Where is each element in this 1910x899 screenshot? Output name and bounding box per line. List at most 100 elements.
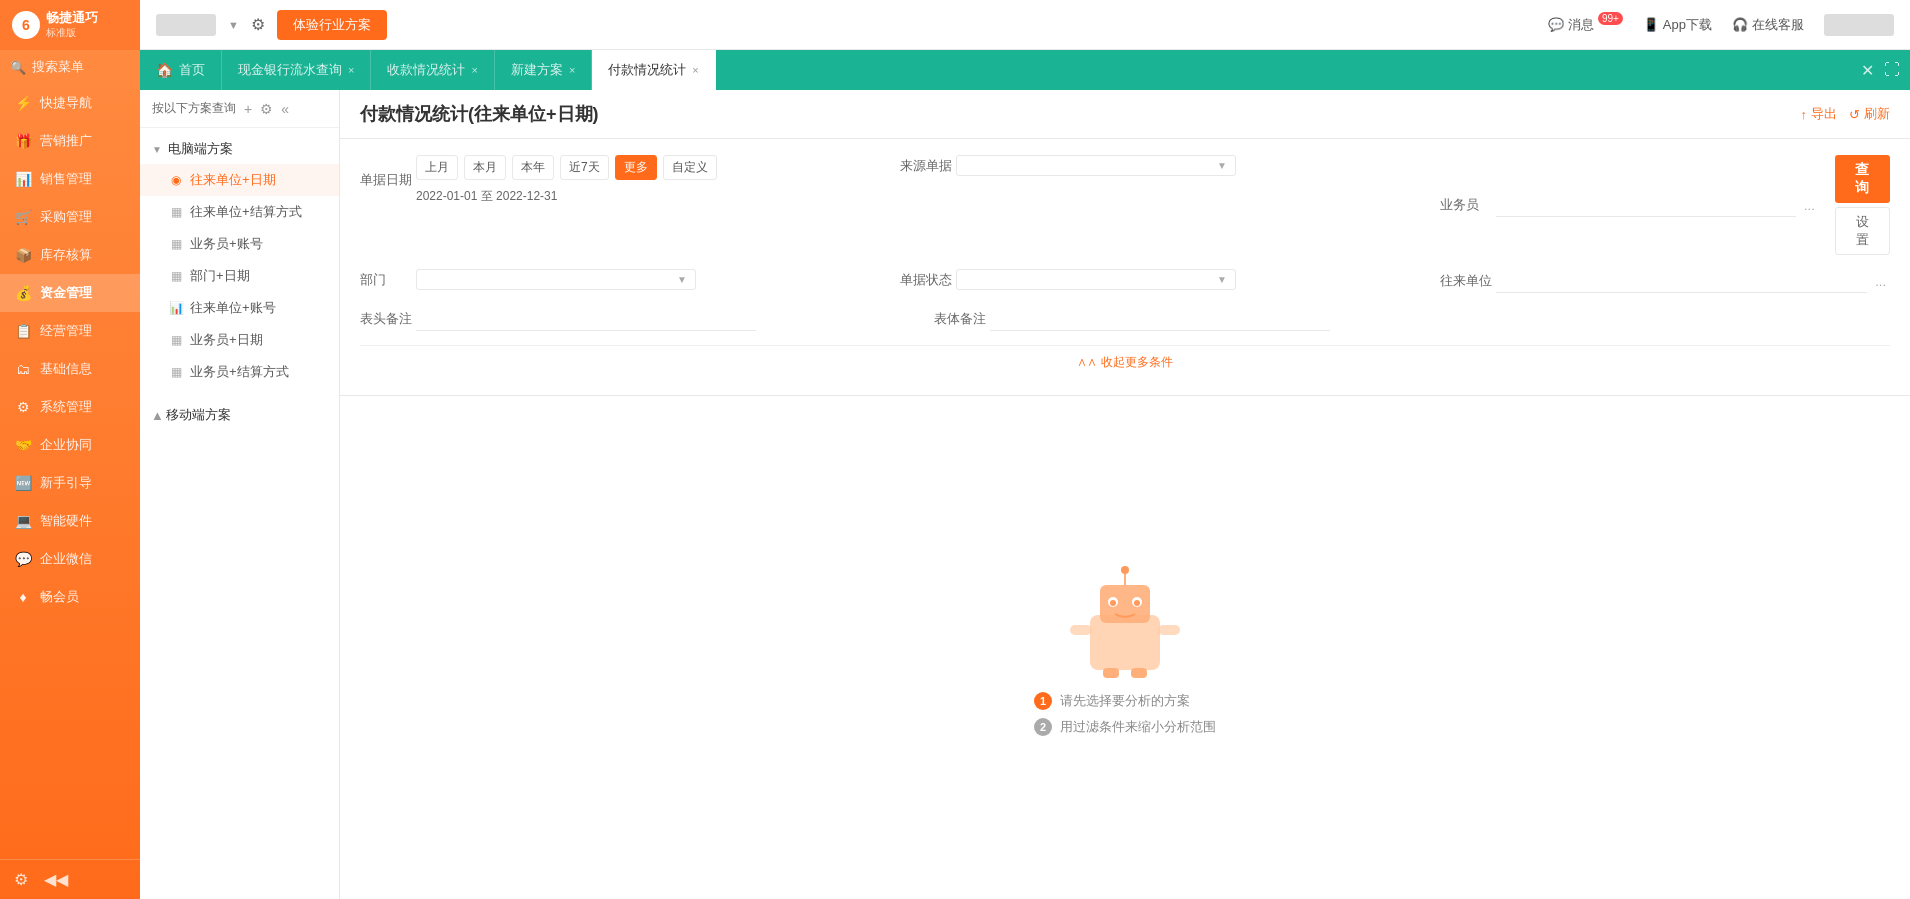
filter-row-3: 表头备注 表体备注 (360, 307, 1890, 331)
tab-receipts[interactable]: 收款情况统计 × (371, 50, 494, 90)
sidebar-item-wechat[interactable]: 💬 企业微信 (0, 540, 140, 578)
partner-input[interactable] (1496, 269, 1867, 293)
tab-receipts-close[interactable]: × (471, 64, 477, 76)
svg-point-5 (1134, 600, 1140, 606)
filter-settings-btn[interactable]: 设置 (1835, 207, 1890, 255)
tab-payment-stats[interactable]: 付款情况统计 × (592, 50, 715, 90)
sidebar-item-system[interactable]: ⚙ 系统管理 (0, 388, 140, 426)
sidebar-nav: ⚡ 快捷导航 🎁 营销推广 📊 销售管理 🛒 采购管理 📦 库存核算 💰 资金管… (0, 84, 140, 859)
collab-icon: 🤝 (14, 436, 32, 454)
sidebar-item-marketing[interactable]: 🎁 营销推广 (0, 122, 140, 160)
scheme-grid-icon-4: ▦ (168, 332, 184, 348)
sidebar-item-member[interactable]: ♦ 畅会员 (0, 578, 140, 616)
sidebar-item-collab[interactable]: 🤝 企业协同 (0, 426, 140, 464)
staff-label: 业务员 (1440, 196, 1496, 214)
filter-row-1: 单据日期 上月 本月 本年 近7天 更多 自定义 2022-01-01 至 20… (360, 155, 1890, 255)
topbar-gear-icon[interactable]: ⚙ (251, 15, 265, 34)
more-dates-btn[interactable]: 更多 (615, 155, 657, 180)
scheme-grid-icon: ▦ (168, 204, 184, 220)
tab-new-plan-close[interactable]: × (569, 64, 575, 76)
scheme-grid-icon-2: ▦ (168, 236, 184, 252)
collapse-panel-icon[interactable]: « (281, 101, 289, 117)
scheme-settings-icon[interactable]: ⚙ (260, 101, 273, 117)
query-btn[interactable]: 查询 (1835, 155, 1890, 203)
messages-btn[interactable]: 💬 消息 99+ (1548, 16, 1623, 34)
user-name-placeholder (1824, 14, 1894, 36)
staff-dots-btn[interactable]: ... (1800, 198, 1819, 213)
source-select[interactable]: ▼ (956, 155, 1236, 176)
empty-line-2: 2 用过滤条件来缩小分析范围 (1034, 718, 1216, 736)
tab-bank-flow-close[interactable]: × (348, 64, 354, 76)
sidebar-item-purchase[interactable]: 🛒 采购管理 (0, 198, 140, 236)
header-note-input[interactable] (416, 307, 756, 331)
desktop-section-title[interactable]: ▼ 电脑端方案 (140, 134, 339, 164)
add-scheme-icon[interactable]: + (244, 101, 252, 117)
member-icon: ♦ (14, 588, 32, 606)
sidebar-item-sales[interactable]: 📊 销售管理 (0, 160, 140, 198)
search-menu[interactable]: 🔍 搜索菜单 (0, 50, 140, 84)
basic-icon: 🗂 (14, 360, 32, 378)
this-year-btn[interactable]: 本年 (512, 155, 554, 180)
user-dropdown-icon[interactable]: ▼ (228, 19, 239, 31)
empty-instructions: 1 请先选择要分析的方案 2 用过滤条件来缩小分析范围 (1034, 692, 1216, 736)
tab-payment-stats-close[interactable]: × (692, 64, 698, 76)
header-note-group: 表头备注 (360, 307, 934, 331)
tab-close-all-icon[interactable]: ✕ (1861, 61, 1874, 80)
sidebar-item-guide[interactable]: 🆕 新手引导 (0, 464, 140, 502)
tab-maximize-icon[interactable]: ⛶ (1884, 61, 1900, 79)
trial-btn[interactable]: 体验行业方案 (277, 10, 387, 40)
scheme-item-staff-account[interactable]: ▦ 业务员+账号 (140, 228, 339, 260)
user-avatar-placeholder (156, 14, 216, 36)
date-label: 单据日期 (360, 171, 416, 189)
sidebar-item-inventory[interactable]: 📦 库存核算 (0, 236, 140, 274)
tab-bar: 🏠 首页 现金银行流水查询 × 收款情况统计 × 新建方案 × 付款情况统计 ×… (140, 50, 1910, 90)
source-chevron-icon: ▼ (1217, 160, 1227, 171)
scheme-item-partner-date[interactable]: ◉ 往来单位+日期 (140, 164, 339, 196)
custom-date-btn[interactable]: 自定义 (663, 155, 717, 180)
settings-icon[interactable]: ⚙ (14, 870, 28, 889)
last-month-btn[interactable]: 上月 (416, 155, 458, 180)
empty-svg-icon (1065, 560, 1185, 680)
wechat-icon: 💬 (14, 550, 32, 568)
collapse-bar[interactable]: ∧∧ 收起更多条件 (360, 345, 1890, 379)
dept-select[interactable]: ▼ (416, 269, 696, 290)
scheme-active-icon: ◉ (168, 172, 184, 188)
sidebar-bottom: ⚙ ◀◀ (0, 859, 140, 899)
sidebar-item-operation[interactable]: 📋 经营管理 (0, 312, 140, 350)
export-btn[interactable]: ↑ 导出 (1801, 105, 1838, 123)
inventory-icon: 📦 (14, 246, 32, 264)
collapse-sidebar-icon[interactable]: ◀◀ (44, 870, 68, 889)
body-note-input[interactable] (990, 307, 1330, 331)
this-month-btn[interactable]: 本月 (464, 155, 506, 180)
scheme-item-partner-settlement[interactable]: ▦ 往来单位+结算方式 (140, 196, 339, 228)
sidebar-item-quick-nav[interactable]: ⚡ 快捷导航 (0, 84, 140, 122)
partner-dots-btn[interactable]: ... (1871, 274, 1890, 289)
tab-bank-flow[interactable]: 现金银行流水查询 × (222, 50, 371, 90)
sidebar-item-hardware[interactable]: 💻 智能硬件 (0, 502, 140, 540)
empty-state: 1 请先选择要分析的方案 2 用过滤条件来缩小分析范围 (340, 396, 1910, 899)
body-note-group: 表体备注 (934, 307, 1890, 331)
last-7-days-btn[interactable]: 近7天 (560, 155, 609, 180)
status-select[interactable]: ▼ (956, 269, 1236, 290)
sidebar-item-basic[interactable]: 🗂 基础信息 (0, 350, 140, 388)
export-icon: ↑ (1801, 107, 1808, 122)
staff-input[interactable] (1496, 193, 1796, 217)
sidebar-item-finance[interactable]: 💰 资金管理 (0, 274, 140, 312)
tab-new-plan[interactable]: 新建方案 × (495, 50, 592, 90)
empty-illustration (1065, 560, 1185, 680)
scheme-item-staff-date[interactable]: ▦ 业务员+日期 (140, 324, 339, 356)
finance-icon: 💰 (14, 284, 32, 302)
app-download-btn[interactable]: 📱 App下载 (1643, 16, 1712, 34)
mobile-section-title[interactable]: ▶ 移动端方案 (140, 400, 339, 430)
scheme-item-staff-settlement[interactable]: ▦ 业务员+结算方式 (140, 356, 339, 388)
header-note-label: 表头备注 (360, 310, 416, 328)
tab-home[interactable]: 🏠 首页 (140, 50, 222, 90)
scheme-item-dept-date[interactable]: ▦ 部门+日期 (140, 260, 339, 292)
sidebar: 6 畅捷通巧 标准版 🔍 搜索菜单 ⚡ 快捷导航 🎁 营销推广 📊 销售管理 🛒… (0, 0, 140, 899)
refresh-btn[interactable]: ↺ 刷新 (1849, 105, 1890, 123)
scheme-item-partner-account[interactable]: 📊 往来单位+账号 (140, 292, 339, 324)
mobile-schemes: ▶ 移动端方案 (140, 394, 339, 436)
online-service-btn[interactable]: 🎧 在线客服 (1732, 16, 1804, 34)
marketing-icon: 🎁 (14, 132, 32, 150)
tabs-right-controls: ✕ ⛶ (1851, 50, 1910, 90)
